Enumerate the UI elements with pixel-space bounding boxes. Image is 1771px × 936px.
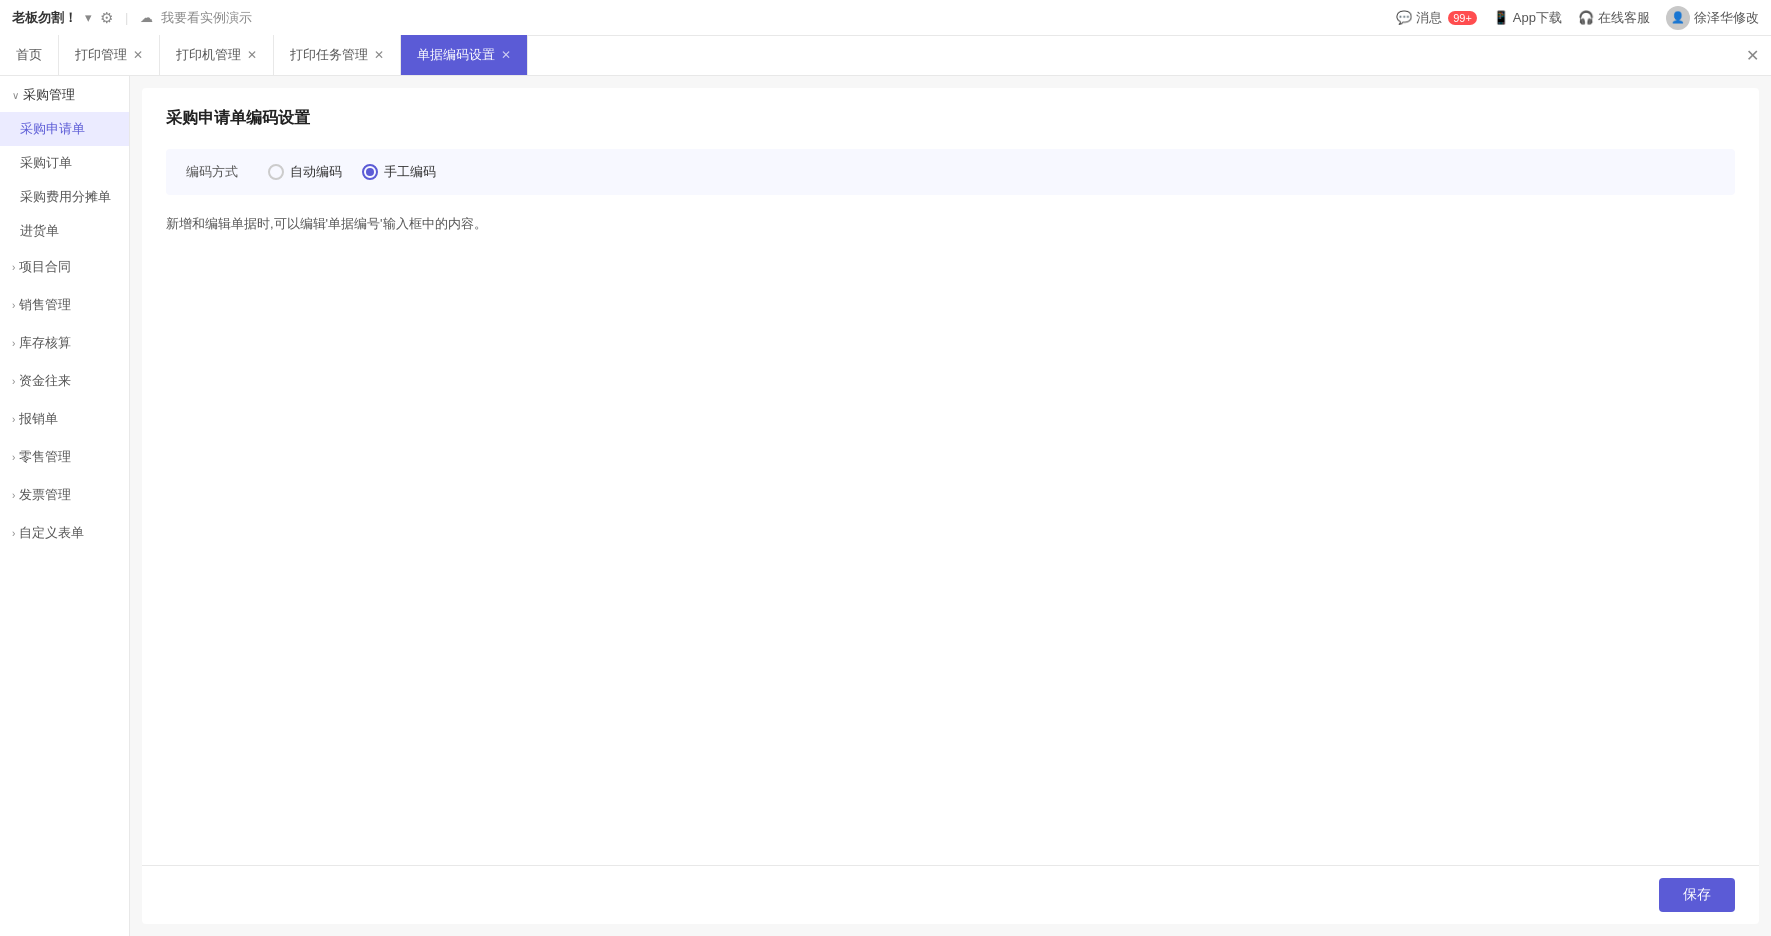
search-label[interactable]: 我要看实例演示	[161, 9, 252, 27]
radio-manual-code[interactable]: 手工编码	[362, 163, 436, 181]
sidebar-item-purchase-expense[interactable]: 采购费用分摊单	[0, 180, 129, 214]
sidebar: ∨ 采购管理 采购申请单 采购订单 采购费用分摊单 进货单 › 项目合同 › 销…	[0, 76, 130, 936]
tab-print-mgmt-label: 打印管理	[75, 46, 127, 64]
top-bar-divider: |	[125, 10, 128, 25]
encoding-label: 编码方式	[186, 163, 238, 181]
inventory-label: 库存核算	[19, 334, 71, 352]
search-cloud-icon: ☁	[140, 10, 153, 25]
retail-mgmt-label: 零售管理	[19, 448, 71, 466]
message-button[interactable]: 💬 消息 99+	[1396, 9, 1477, 27]
sidebar-group-finance[interactable]: › 资金往来	[0, 362, 129, 400]
invoice-mgmt-label: 发票管理	[19, 486, 71, 504]
sidebar-group-custom-forms[interactable]: › 自定义表单	[0, 514, 129, 552]
sidebar-group-retail-mgmt[interactable]: › 零售管理	[0, 438, 129, 476]
tab-print-mgmt[interactable]: 打印管理 ✕	[59, 35, 160, 75]
tab-printer-mgmt-label: 打印机管理	[176, 46, 241, 64]
returns-arrow: ›	[12, 414, 15, 425]
sidebar-item-purchase-req-label: 采购申请单	[20, 121, 85, 136]
content-footer: 保存	[142, 865, 1759, 924]
project-contract-arrow: ›	[12, 262, 15, 273]
retail-mgmt-arrow: ›	[12, 452, 15, 463]
top-bar-left: 老板勿割！ ▾ ⚙ | ☁ 我要看实例演示	[12, 9, 252, 27]
project-contract-label: 项目合同	[19, 258, 71, 276]
tab-code-setting-label: 单据编码设置	[417, 46, 495, 64]
returns-label: 报销单	[19, 410, 58, 428]
sidebar-group-inventory[interactable]: › 库存核算	[0, 324, 129, 362]
tab-code-setting[interactable]: 单据编码设置 ✕	[401, 35, 528, 75]
tab-bar: 首页 打印管理 ✕ 打印机管理 ✕ 打印任务管理 ✕ 单据编码设置 ✕ ✕	[0, 36, 1771, 76]
user-name: 徐泽华修改	[1694, 9, 1759, 27]
content-inner: 采购申请单编码设置 编码方式 自动编码 手工编码 新增和编辑单据时,可以编辑'单…	[142, 88, 1759, 865]
sidebar-group-sales-mgmt[interactable]: › 销售管理	[0, 286, 129, 324]
finance-arrow: ›	[12, 376, 15, 387]
service-icon: 🎧	[1578, 10, 1594, 25]
app-download-label: App下载	[1513, 9, 1562, 27]
dropdown-icon[interactable]: ▾	[85, 10, 92, 25]
sidebar-group-invoice-mgmt[interactable]: › 发票管理	[0, 476, 129, 514]
radio-auto-code[interactable]: 自动编码	[268, 163, 342, 181]
tab-home[interactable]: 首页	[0, 35, 59, 75]
main-layout: ∨ 采购管理 采购申请单 采购订单 采购费用分摊单 进货单 › 项目合同 › 销…	[0, 76, 1771, 936]
auto-code-label: 自动编码	[290, 163, 342, 181]
service-button[interactable]: 🎧 在线客服	[1578, 9, 1650, 27]
tab-printer-mgmt[interactable]: 打印机管理 ✕	[160, 35, 274, 75]
sales-mgmt-arrow: ›	[12, 300, 15, 311]
save-button[interactable]: 保存	[1659, 878, 1735, 912]
top-bar: 老板勿割！ ▾ ⚙ | ☁ 我要看实例演示 💬 消息 99+ 📱 App下载 🎧…	[0, 0, 1771, 36]
avatar: 👤	[1666, 6, 1690, 30]
sidebar-item-purchase-order[interactable]: 采购订单	[0, 146, 129, 180]
finance-label: 资金往来	[19, 372, 71, 390]
purchase-mgmt-label: 采购管理	[23, 86, 75, 104]
tab-printer-mgmt-close[interactable]: ✕	[247, 48, 257, 62]
app-download-button[interactable]: 📱 App下载	[1493, 9, 1562, 27]
tab-print-task-mgmt-close[interactable]: ✕	[374, 48, 384, 62]
sidebar-item-purchase-expense-label: 采购费用分摊单	[20, 189, 111, 204]
purchase-mgmt-arrow: ∨	[12, 90, 19, 101]
custom-forms-label: 自定义表单	[19, 524, 84, 542]
close-all-tabs-button[interactable]: ✕	[1734, 35, 1771, 75]
page-title: 采购申请单编码设置	[166, 108, 1735, 129]
sidebar-group-project-contract[interactable]: › 项目合同	[0, 248, 129, 286]
message-label: 消息	[1416, 9, 1442, 27]
service-label: 在线客服	[1598, 9, 1650, 27]
invoice-mgmt-arrow: ›	[12, 490, 15, 501]
manual-code-label: 手工编码	[384, 163, 436, 181]
tab-print-task-mgmt-label: 打印任务管理	[290, 46, 368, 64]
custom-forms-arrow: ›	[12, 528, 15, 539]
app-logo: 老板勿割！	[12, 9, 77, 27]
inventory-arrow: ›	[12, 338, 15, 349]
encoding-section: 编码方式 自动编码 手工编码	[166, 149, 1735, 195]
tab-print-mgmt-close[interactable]: ✕	[133, 48, 143, 62]
radio-group: 自动编码 手工编码	[268, 163, 436, 181]
tab-print-task-mgmt[interactable]: 打印任务管理 ✕	[274, 35, 401, 75]
sidebar-item-purchase-req[interactable]: 采购申请单	[0, 112, 129, 146]
message-icon: 💬	[1396, 10, 1412, 25]
radio-manual-circle	[362, 164, 378, 180]
avatar-icon: 👤	[1671, 11, 1685, 24]
sidebar-item-stock-in-label: 进货单	[20, 223, 59, 238]
message-badge: 99+	[1448, 11, 1477, 25]
settings-icon[interactable]: ⚙	[100, 9, 113, 27]
sidebar-group-purchase-mgmt: ∨ 采购管理 采购申请单 采购订单 采购费用分摊单 进货单	[0, 76, 129, 248]
tab-home-label: 首页	[16, 46, 42, 64]
sales-mgmt-label: 销售管理	[19, 296, 71, 314]
radio-auto-circle	[268, 164, 284, 180]
sidebar-item-purchase-order-label: 采购订单	[20, 155, 72, 170]
sidebar-item-stock-in[interactable]: 进货单	[0, 214, 129, 248]
sidebar-group-purchase-mgmt-title[interactable]: ∨ 采购管理	[0, 76, 129, 112]
app-icon: 📱	[1493, 10, 1509, 25]
user-profile[interactable]: 👤 徐泽华修改	[1666, 6, 1759, 30]
tab-code-setting-close[interactable]: ✕	[501, 48, 511, 62]
content-area: 采购申请单编码设置 编码方式 自动编码 手工编码 新增和编辑单据时,可以编辑'单…	[130, 76, 1771, 936]
top-bar-right: 💬 消息 99+ 📱 App下载 🎧 在线客服 👤 徐泽华修改	[1396, 6, 1759, 30]
sidebar-group-returns[interactable]: › 报销单	[0, 400, 129, 438]
hint-text: 新增和编辑单据时,可以编辑'单据编号'输入框中的内容。	[166, 215, 1735, 233]
